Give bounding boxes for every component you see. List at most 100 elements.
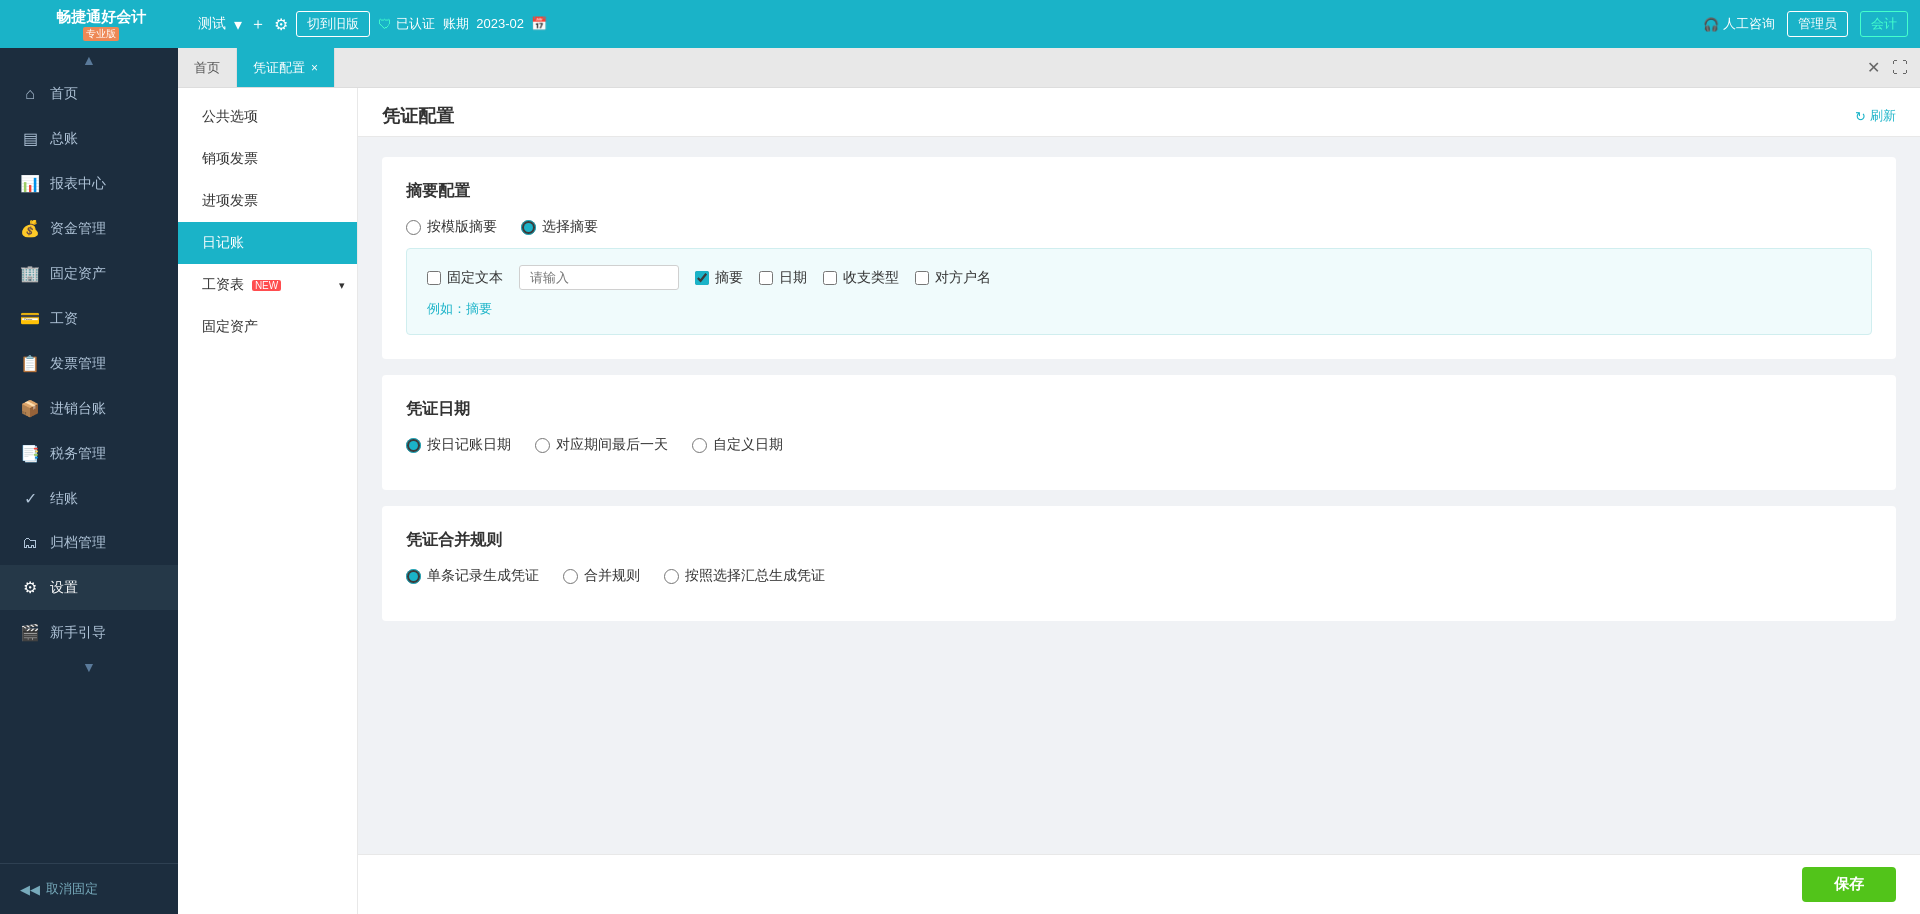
radio-custom-date[interactable]: 自定义日期 [692, 436, 783, 454]
tab-bar: 首页 凭证配置 × ✕ ⛶ [178, 48, 1920, 88]
left-nav-item-output-invoice[interactable]: 销项发票 [178, 138, 357, 180]
period-info: 账期 2023-02 📅 [443, 15, 547, 33]
checkout-icon: ✓ [20, 489, 40, 508]
settings-icon[interactable]: ⚙ [274, 15, 288, 34]
checkbox-counterpart-input[interactable] [915, 271, 929, 285]
main-layout: ▲ ⌂ 首页 ▤ 总账 📊 报表中心 💰 资金管理 🏢 固定资产 [0, 48, 1920, 914]
radio-template-summary-input[interactable] [406, 220, 421, 235]
checkbox-income-type[interactable]: 收支类型 [823, 269, 899, 287]
merge-section: 凭证合并规则 单条记录生成凭证 合并规则 [382, 506, 1896, 621]
project-name: 测试 [198, 15, 226, 33]
checkbox-income-type-input[interactable] [823, 271, 837, 285]
radio-last-day[interactable]: 对应期间最后一天 [535, 436, 668, 454]
sidebar-item-guide[interactable]: 🎬 新手引导 [0, 610, 178, 655]
radio-merge-rule[interactable]: 合并规则 [563, 567, 640, 585]
left-nav: 公共选项 销项发票 进项发票 日记账 工资表 NEW ▾ 固定资产 [178, 88, 358, 914]
admin-button[interactable]: 管理员 [1787, 11, 1848, 37]
new-badge: NEW [252, 280, 281, 291]
sidebar-bottom: ◀◀ 取消固定 [0, 863, 178, 914]
certified-badge: 🛡 已认证 [378, 15, 435, 33]
panel-header: 凭证配置 ↻ 刷新 [358, 88, 1920, 137]
scroll-up-indicator[interactable]: ▲ [0, 48, 178, 72]
radio-single-record-input[interactable] [406, 569, 421, 584]
tax-icon: 📑 [20, 444, 40, 463]
summary-options: 固定文本 摘要 日期 [427, 265, 1851, 290]
add-icon[interactable]: ＋ [250, 14, 266, 35]
sidebar-item-ledger[interactable]: ▤ 总账 [0, 116, 178, 161]
shield-icon: 🛡 [378, 16, 392, 32]
save-button[interactable]: 保存 [1802, 867, 1896, 902]
sidebar-item-archive[interactable]: 🗂 归档管理 [0, 521, 178, 565]
sidebar-item-capital[interactable]: 💰 资金管理 [0, 206, 178, 251]
tab-voucher-config[interactable]: 凭证配置 × [237, 48, 335, 87]
radio-custom-date-input[interactable] [692, 438, 707, 453]
tab-home[interactable]: 首页 [178, 48, 237, 87]
sidebar-item-tax[interactable]: 📑 税务管理 [0, 431, 178, 476]
headset-icon: 🎧 [1703, 17, 1719, 32]
summary-radio-group: 按模版摘要 选择摘要 [406, 218, 1872, 236]
checkbox-date[interactable]: 日期 [759, 269, 807, 287]
example-text: 例如：摘要 [427, 300, 1851, 318]
merge-radio-group: 单条记录生成凭证 合并规则 按照选择汇总生成凭证 [406, 567, 1872, 585]
checkbox-counterpart[interactable]: 对方户名 [915, 269, 991, 287]
salary-icon: 💳 [20, 309, 40, 328]
tab-close-button[interactable]: ✕ [1863, 54, 1884, 81]
ledger-icon: ▤ [20, 129, 40, 148]
sidebar-label-fixed-assets: 固定资产 [50, 265, 106, 283]
sidebar-label-report: 报表中心 [50, 175, 106, 193]
tab-voucher-config-label: 凭证配置 [253, 59, 305, 77]
sidebar-item-purchase-sales[interactable]: 📦 进销台账 [0, 386, 178, 431]
content-area: 首页 凭证配置 × ✕ ⛶ 公共选项 销项发票 进项发 [178, 48, 1920, 914]
radio-template-summary[interactable]: 按模版摘要 [406, 218, 497, 236]
cancel-fixed-button[interactable]: ◀◀ 取消固定 [10, 874, 168, 904]
checkbox-date-input[interactable] [759, 271, 773, 285]
settings-icon: ⚙ [20, 578, 40, 597]
role-button[interactable]: 会计 [1860, 11, 1908, 37]
tab-bar-actions: ✕ ⛶ [1863, 54, 1920, 81]
checkbox-fixed-text-input[interactable] [427, 271, 441, 285]
sidebar-item-invoice[interactable]: 📋 发票管理 [0, 341, 178, 386]
left-nav-item-payroll[interactable]: 工资表 NEW ▾ [178, 264, 357, 306]
pin-icon: ◀◀ [20, 882, 40, 897]
invoice-icon: 📋 [20, 354, 40, 373]
radio-select-summary-input[interactable] [521, 220, 536, 235]
radio-select-summary[interactable]: 选择摘要 [521, 218, 598, 236]
radio-summary-generate-input[interactable] [664, 569, 679, 584]
checkbox-summary-input[interactable] [695, 271, 709, 285]
sidebar-item-checkout[interactable]: ✓ 结账 [0, 476, 178, 521]
radio-summary-generate[interactable]: 按照选择汇总生成凭证 [664, 567, 825, 585]
guide-icon: 🎬 [20, 623, 40, 642]
radio-journal-date-input[interactable] [406, 438, 421, 453]
radio-merge-rule-input[interactable] [563, 569, 578, 584]
left-nav-item-journal[interactable]: 日记账 [178, 222, 357, 264]
left-nav-item-input-invoice[interactable]: 进项发票 [178, 180, 357, 222]
left-nav-item-fixed-assets[interactable]: 固定资产 [178, 306, 357, 348]
sidebar-item-settings[interactable]: ⚙ 设置 [0, 565, 178, 610]
sidebar-label-checkout: 结账 [50, 490, 78, 508]
radio-last-day-input[interactable] [535, 438, 550, 453]
dropdown-icon[interactable]: ▾ [234, 15, 242, 34]
checkbox-summary[interactable]: 摘要 [695, 269, 743, 287]
tab-close-icon[interactable]: × [311, 61, 318, 75]
checkbox-fixed-text[interactable]: 固定文本 [427, 269, 503, 287]
sidebar-item-home[interactable]: ⌂ 首页 [0, 72, 178, 116]
radio-journal-date[interactable]: 按日记账日期 [406, 436, 511, 454]
fixed-assets-icon: 🏢 [20, 264, 40, 283]
home-icon: ⌂ [20, 85, 40, 103]
sidebar-item-report[interactable]: 📊 报表中心 [0, 161, 178, 206]
fixed-text-input[interactable] [519, 265, 679, 290]
sidebar-item-salary[interactable]: 💳 工资 [0, 296, 178, 341]
tab-fullscreen-button[interactable]: ⛶ [1888, 55, 1912, 81]
switch-version-button[interactable]: 切到旧版 [296, 11, 370, 37]
sidebar-label-purchase-sales: 进销台账 [50, 400, 106, 418]
scroll-down-indicator[interactable]: ▼ [0, 655, 178, 679]
summary-config-box: 固定文本 摘要 日期 [406, 248, 1872, 335]
refresh-button[interactable]: ↻ 刷新 [1855, 107, 1896, 125]
logo-area: 畅捷通好会计 专业版 [12, 8, 190, 41]
sidebar-item-fixed-assets[interactable]: 🏢 固定资产 [0, 251, 178, 296]
logo-sub: 专业版 [83, 27, 119, 41]
radio-single-record[interactable]: 单条记录生成凭证 [406, 567, 539, 585]
topbar: 畅捷通好会计 专业版 测试 ▾ ＋ ⚙ 切到旧版 🛡 已认证 账期 2023-0… [0, 0, 1920, 48]
left-nav-item-public[interactable]: 公共选项 [178, 96, 357, 138]
service-button[interactable]: 🎧 人工咨询 [1703, 15, 1775, 33]
